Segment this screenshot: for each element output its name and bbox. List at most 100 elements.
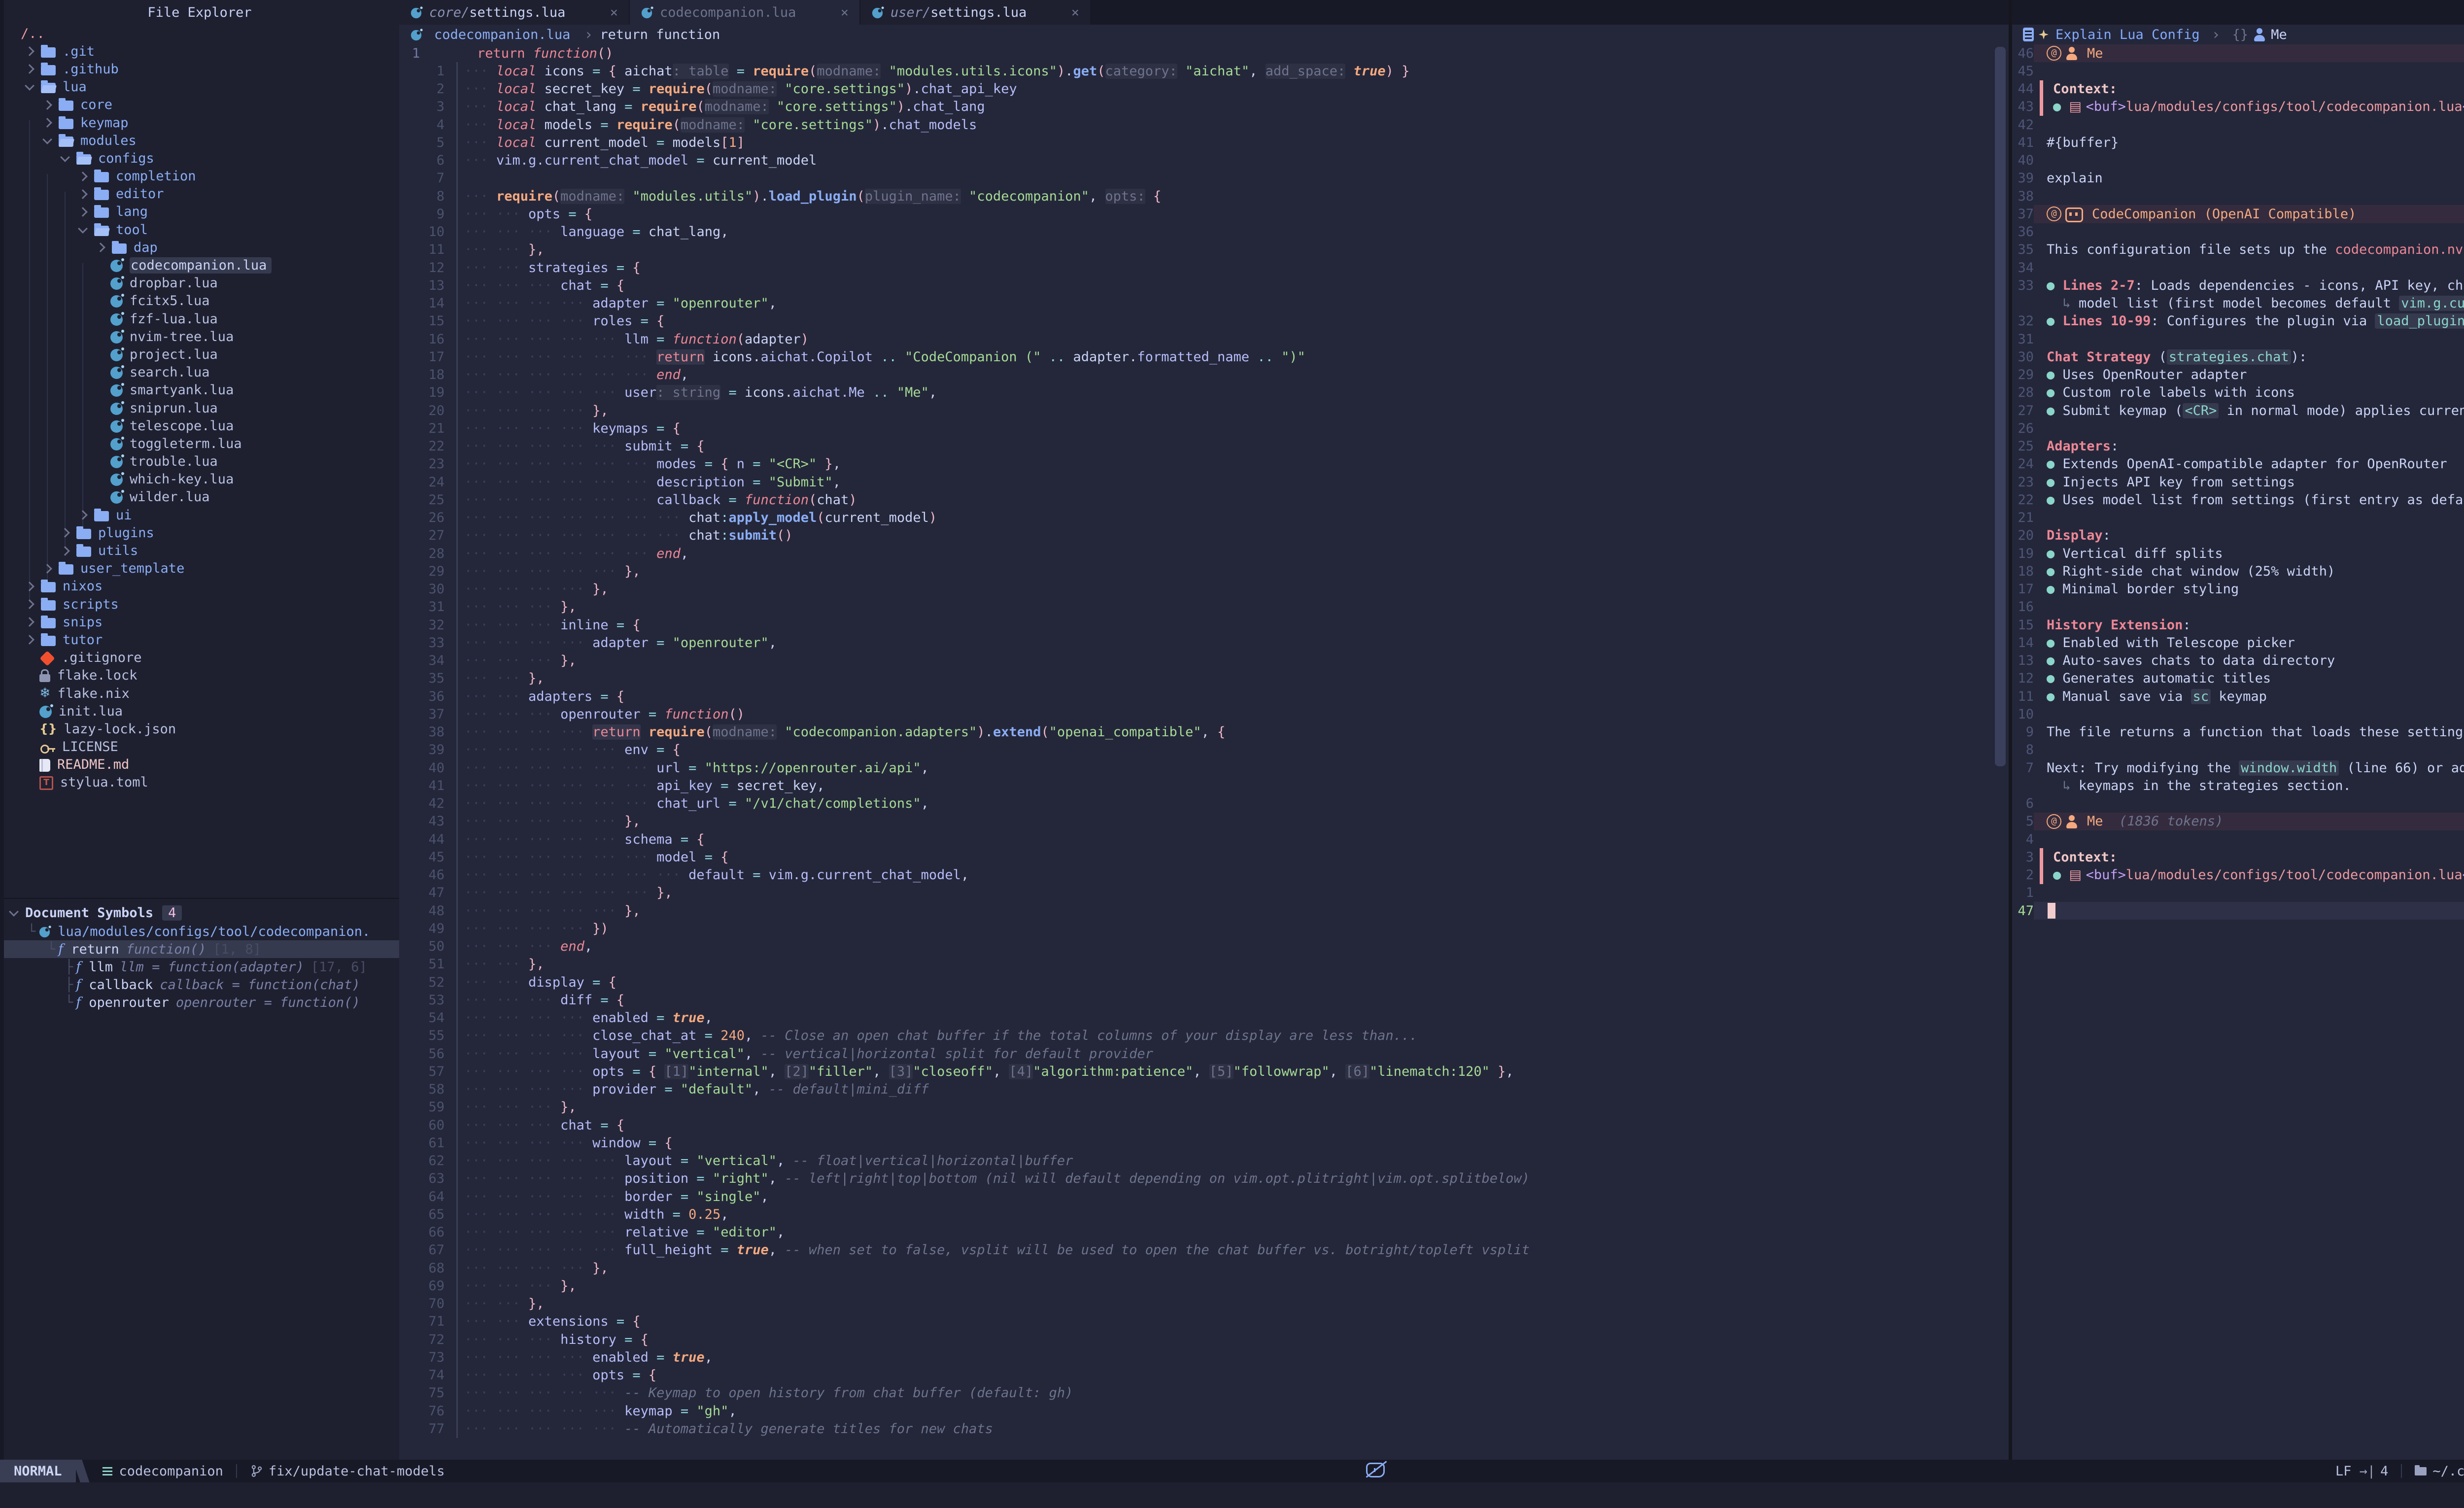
tree-item-sniprun.lua[interactable]: sniprun.lua [0,399,399,417]
chat-line[interactable]: 31 [2012,330,2464,348]
code-line[interactable]: 24··· ··· ··· ··· ··· ··· description = … [399,473,2009,491]
code-line[interactable]: 8··· require(modname: "modules.utils").l… [399,187,2009,205]
chat-line[interactable]: 45 [2012,62,2464,80]
chat-line[interactable]: 9The file returns a function that loads … [2012,723,2464,741]
tab-codecompanion.lua[interactable]: codecompanion.lua× [630,0,859,25]
code-line[interactable]: 27··· ··· ··· ··· ··· ··· ··· chat:submi… [399,527,2009,545]
chat-line[interactable]: 6 [2012,795,2464,813]
code-line[interactable]: 6··· vim.g.current_chat_model = current_… [399,152,2009,170]
tree-item-lazy-lock.json[interactable]: {}lazy-lock.json [0,720,399,738]
code-line[interactable]: 55··· ··· ··· ··· close_chat_at = 240, -… [399,1027,2009,1045]
chat-line[interactable]: 2● ▤ <buf>lua/modules/configs/tool/codec… [2012,866,2464,884]
code-line[interactable]: 21··· ··· ··· ··· keymaps = { [399,419,2009,437]
code-line[interactable]: 13··· ··· ··· chat = { [399,276,2009,294]
chat-buffer[interactable]: 46Me4544Context:43● ▤ <buf>lua/modules/c… [2012,44,2464,920]
code-line[interactable]: 1··· local icons = { aichat: table = req… [399,62,2009,80]
chat-line[interactable]: 10 [2012,705,2464,723]
tree-item-codecompanion.lua[interactable]: codecompanion.lua [0,256,399,274]
tree-item-completion[interactable]: completion [0,168,399,185]
tree-item-nixos[interactable]: nixos [0,578,399,595]
codecompanion-chat-panel[interactable]: Explain Lua Config › {} Me 46Me4544Conte… [2012,25,2464,1460]
code-line[interactable]: 19··· ··· ··· ··· ··· user: string = ico… [399,384,2009,402]
code-line[interactable]: 14··· ··· ··· ··· adapter = "openrouter"… [399,295,2009,312]
code-line[interactable]: 49··· ··· ··· ··· }) [399,920,2009,937]
code-line[interactable]: 29··· ··· ··· ··· ··· }, [399,562,2009,580]
code-line[interactable]: 15··· ··· ··· ··· roles = { [399,312,2009,330]
code-line[interactable]: 57··· ··· ··· ··· opts = { [1]"internal"… [399,1062,2009,1080]
tree-item-project.lua[interactable]: project.lua [0,345,399,363]
chat-line[interactable]: 27● Submit keymap (<CR> in normal mode) … [2012,402,2464,419]
chat-line[interactable]: 7Next: Try modifying the window.width (l… [2012,759,2464,777]
chat-line[interactable]: 42 [2012,116,2464,134]
code-line[interactable]: 3··· local chat_lang = require(modname: … [399,98,2009,116]
tree-item-user_template[interactable]: user_template [0,560,399,578]
chat-line[interactable]: 36 [2012,223,2464,241]
code-line[interactable]: 26··· ··· ··· ··· ··· ··· ··· chat:apply… [399,509,2009,527]
code-line[interactable]: 66··· ··· ··· ··· ··· relative = "editor… [399,1224,2009,1241]
code-line[interactable]: 36··· ··· adapters = { [399,687,2009,705]
chat-line[interactable]: 47 [2012,902,2464,920]
symbol-file[interactable]: └lua/modules/configs/tool/codecompanion. [0,923,399,940]
close-icon[interactable]: × [1071,5,1079,20]
code-buffer[interactable]: 1return function()1··· local icons = { a… [399,44,2009,1438]
tree-item-init.lua[interactable]: init.lua [0,702,399,720]
code-line[interactable]: 7 [399,170,2009,187]
chat-line[interactable]: 5Me (1836 tokens) [2012,813,2464,830]
tree-item-core[interactable]: core [0,96,399,114]
code-line[interactable]: 47··· ··· ··· ··· ··· ··· }, [399,884,2009,902]
chat-line[interactable]: 19● Vertical diff splits [2012,545,2464,562]
code-line[interactable]: 1return function() [399,44,2009,62]
code-line[interactable]: 72··· ··· ··· history = { [399,1331,2009,1348]
tree-item-stylua.toml[interactable]: Tstylua.toml [0,774,399,791]
code-line[interactable]: 69··· ··· ··· }, [399,1277,2009,1295]
code-line[interactable]: 11··· ··· }, [399,241,2009,259]
code-line[interactable]: 73··· ··· ··· ··· enabled = true, [399,1348,2009,1366]
code-line[interactable]: 50··· ··· ··· end, [399,938,2009,956]
code-line[interactable]: 43··· ··· ··· ··· ··· }, [399,813,2009,830]
tree-item-trouble.lua[interactable]: trouble.lua [0,453,399,471]
chat-line[interactable]: 15History Extension: [2012,616,2464,634]
chat-line[interactable]: 43● ▤ <buf>lua/modules/configs/tool/code… [2012,98,2464,116]
chat-line[interactable]: 35This configuration file sets up the co… [2012,241,2464,259]
chat-line[interactable]: 23● Injects API key from settings [2012,473,2464,491]
chat-line[interactable]: 40 [2012,152,2464,170]
code-line[interactable]: 56··· ··· ··· ··· layout = "vertical", -… [399,1045,2009,1062]
tree-item-wilder.lua[interactable]: wilder.lua [0,488,399,506]
code-line[interactable]: 70··· ··· }, [399,1295,2009,1313]
symbol-return[interactable]: └freturnfunction()[1, 8] [0,940,399,958]
chat-line[interactable]: 13● Auto-saves chats to data directory [2012,652,2464,670]
tree-item-modules[interactable]: modules [0,132,399,149]
code-line[interactable]: 35··· ··· }, [399,670,2009,687]
tree-item-flake.nix[interactable]: ❄flake.nix [0,685,399,702]
tree-item-ui[interactable]: ui [0,506,399,524]
code-line[interactable]: 4··· local models = require(modname: "co… [399,116,2009,134]
tree-item-README.md[interactable]: README.md [0,756,399,774]
chat-line[interactable]: 12● Generates automatic titles [2012,670,2464,687]
code-line[interactable]: 42··· ··· ··· ··· ··· ··· chat_url = "/v… [399,795,2009,813]
chat-line[interactable]: 25Adapters: [2012,438,2464,455]
chat-line[interactable]: 18● Right-side chat window (25% width) [2012,562,2464,580]
tree-item-/..[interactable]: /.. [0,25,399,42]
code-line[interactable]: 63··· ··· ··· ··· ··· position = "right"… [399,1170,2009,1188]
code-line[interactable]: 40··· ··· ··· ··· ··· ··· url = "https:/… [399,759,2009,777]
chat-line[interactable]: 44Context: [2012,80,2464,98]
code-line[interactable]: 65··· ··· ··· ··· ··· width = 0.25, [399,1205,2009,1223]
tree-item-keymap[interactable]: keymap [0,114,399,132]
code-line[interactable]: 75··· ··· ··· ··· ··· -- Keymap to open … [399,1384,2009,1402]
code-line[interactable]: 68··· ··· ··· ··· }, [399,1259,2009,1277]
code-line[interactable]: 60··· ··· ··· chat = { [399,1116,2009,1134]
chat-line[interactable]: 46Me [2012,44,2464,62]
code-line[interactable]: 31··· ··· ··· }, [399,598,2009,616]
code-line[interactable]: 5··· local current_model = models[1] [399,134,2009,151]
chat-line[interactable]: 32● Lines 10-99: Configures the plugin v… [2012,312,2464,330]
tree-item-scripts[interactable]: scripts [0,595,399,613]
chat-line[interactable]: 16 [2012,598,2464,616]
tree-item-search.lua[interactable]: search.lua [0,364,399,381]
code-line[interactable]: 32··· ··· ··· inline = { [399,616,2009,634]
chat-line[interactable]: 26 [2012,419,2464,437]
tree-item-dap[interactable]: dap [0,239,399,256]
tree-item-toggleterm.lua[interactable]: toggleterm.lua [0,435,399,452]
code-line[interactable]: 38··· ··· ··· ··· return require(modname… [399,723,2009,741]
tree-item-tool[interactable]: tool [0,221,399,239]
code-line[interactable]: 62··· ··· ··· ··· ··· layout = "vertical… [399,1152,2009,1170]
